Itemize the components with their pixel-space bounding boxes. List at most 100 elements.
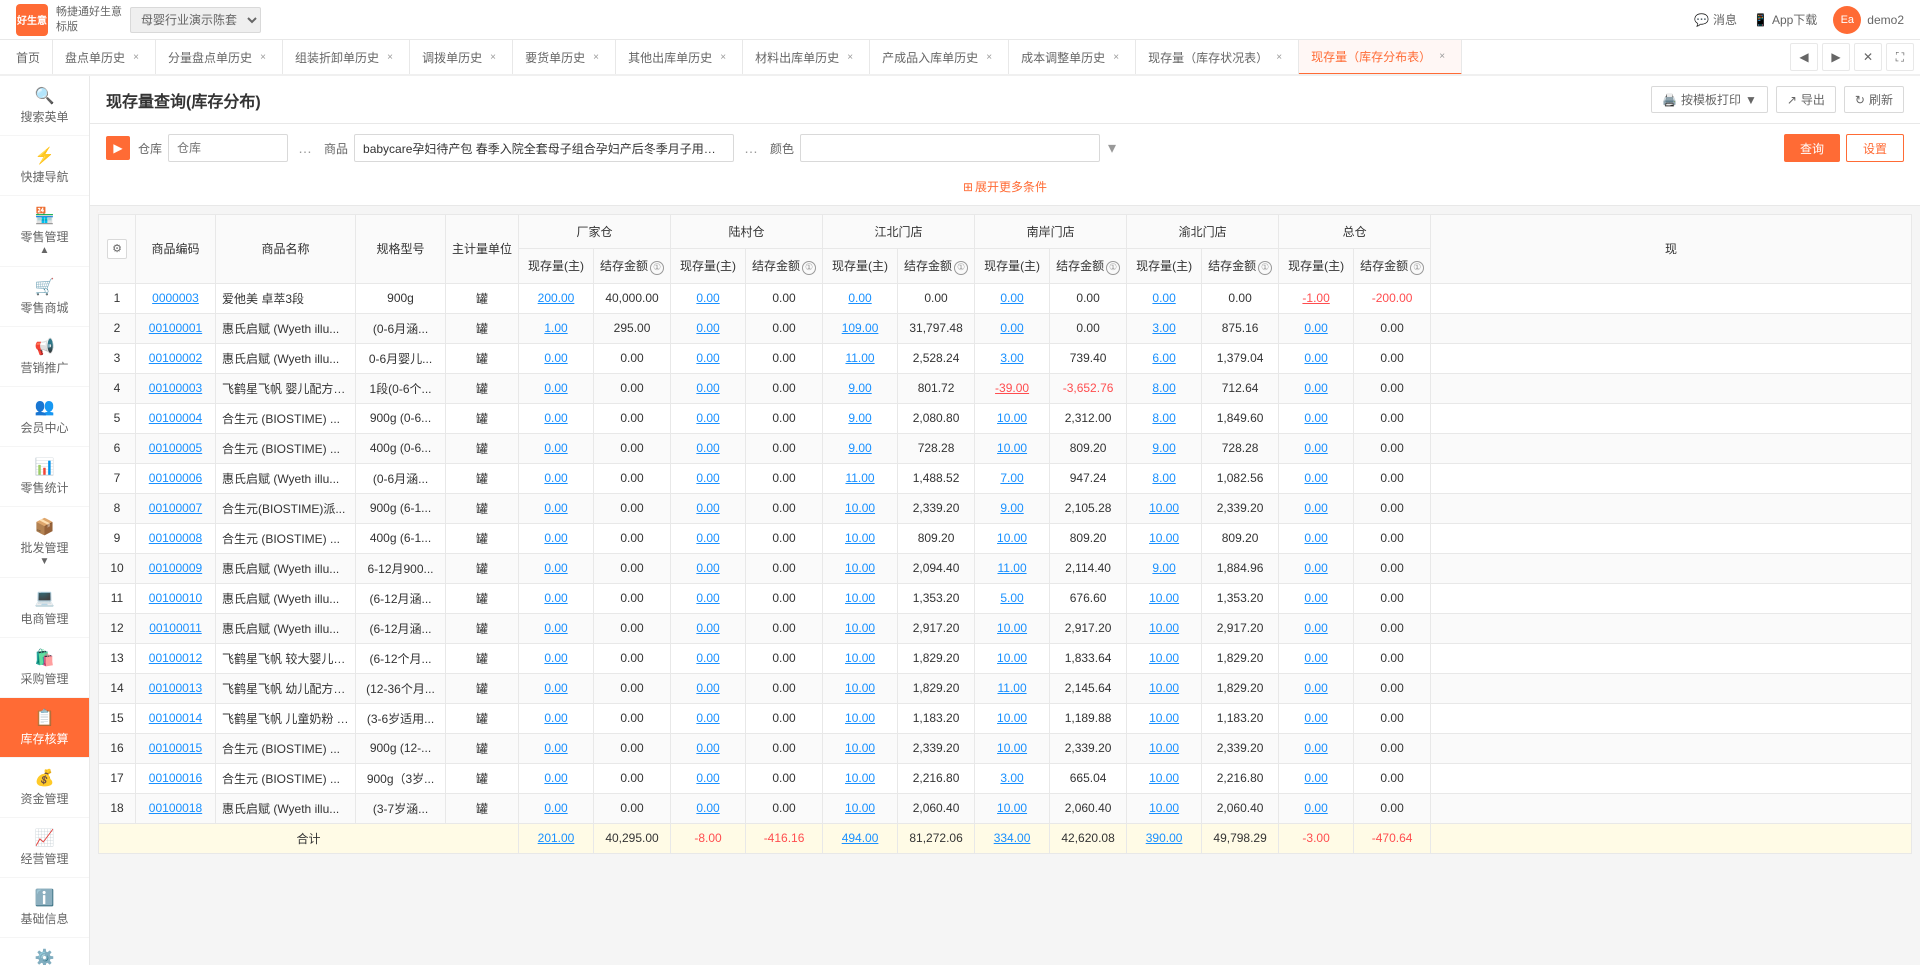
summary-c5-qty[interactable]: 390.00: [1127, 823, 1202, 853]
cell-c3-qty[interactable]: 0.00: [823, 283, 898, 313]
cell-c5-qty[interactable]: 0.00: [1127, 283, 1202, 313]
cell-total-qty[interactable]: 0.00: [1279, 793, 1354, 823]
cell-c5-qty[interactable]: 9.00: [1127, 433, 1202, 463]
summary-c3-qty[interactable]: 494.00: [823, 823, 898, 853]
cell-c3-qty[interactable]: 9.00: [823, 403, 898, 433]
info-lu-icon[interactable]: ①: [802, 261, 816, 275]
cell-c4-qty[interactable]: -39.00: [975, 373, 1050, 403]
cell-c5-qty[interactable]: 10.00: [1127, 673, 1202, 703]
cell-c2-qty[interactable]: 0.00: [671, 793, 746, 823]
cell-c1-qty[interactable]: 200.00: [519, 283, 594, 313]
cell-c5-qty[interactable]: 10.00: [1127, 763, 1202, 793]
print-btn[interactable]: 🖨️ 按模板打印 ▼: [1651, 86, 1768, 113]
cell-total-qty[interactable]: 0.00: [1279, 673, 1354, 703]
cell-c4-qty[interactable]: 10.00: [975, 523, 1050, 553]
cell-code[interactable]: 00100011: [136, 613, 216, 643]
summary-c4-qty[interactable]: 334.00: [975, 823, 1050, 853]
settings-icon[interactable]: ⚙: [107, 239, 127, 259]
cell-c5-qty[interactable]: 6.00: [1127, 343, 1202, 373]
cell-c2-qty[interactable]: 0.00: [671, 763, 746, 793]
cell-code[interactable]: 00100008: [136, 523, 216, 553]
sidebar-item-ecommerce[interactable]: 💻 电商管理: [0, 578, 89, 638]
color-dropdown-icon[interactable]: ▾: [1108, 138, 1116, 158]
summary-total-qty[interactable]: -3.00: [1279, 823, 1354, 853]
cell-total-qty[interactable]: 0.00: [1279, 373, 1354, 403]
cell-code[interactable]: 00100002: [136, 343, 216, 373]
cell-code[interactable]: 00100018: [136, 793, 216, 823]
cell-c2-qty[interactable]: 0.00: [671, 523, 746, 553]
cell-code[interactable]: 00100014: [136, 703, 216, 733]
cell-c4-qty[interactable]: 5.00: [975, 583, 1050, 613]
cell-code[interactable]: 00100003: [136, 373, 216, 403]
tab-material-out[interactable]: 材料出库单历史 ×: [743, 40, 870, 75]
summary-c1-qty[interactable]: 201.00: [519, 823, 594, 853]
cell-c1-qty[interactable]: 0.00: [519, 433, 594, 463]
cell-c4-qty[interactable]: 7.00: [975, 463, 1050, 493]
app-download-btn[interactable]: 📱 App下载: [1753, 11, 1817, 28]
cell-total-qty[interactable]: 0.00: [1279, 763, 1354, 793]
cell-c3-qty[interactable]: 9.00: [823, 433, 898, 463]
cell-c4-qty[interactable]: 10.00: [975, 403, 1050, 433]
tab-other-out[interactable]: 其他出库单历史 ×: [616, 40, 743, 75]
color-input[interactable]: [800, 134, 1100, 162]
cell-c1-qty[interactable]: 0.00: [519, 673, 594, 703]
cell-code[interactable]: 00100001: [136, 313, 216, 343]
cell-c1-qty[interactable]: 0.00: [519, 643, 594, 673]
cell-c5-qty[interactable]: 10.00: [1127, 583, 1202, 613]
user-area[interactable]: Ea demo2: [1833, 6, 1904, 34]
cell-c2-qty[interactable]: 0.00: [671, 463, 746, 493]
cell-c3-qty[interactable]: 10.00: [823, 763, 898, 793]
tab-close-btn[interactable]: ×: [589, 50, 603, 64]
cell-total-qty[interactable]: 0.00: [1279, 523, 1354, 553]
sidebar-item-marketing[interactable]: 📢 营销推广: [0, 327, 89, 387]
cell-code[interactable]: 00100012: [136, 643, 216, 673]
tab-inventory-count[interactable]: 盘点单历史 ×: [53, 40, 156, 75]
more-conditions-btn[interactable]: ⊞ 展开更多条件: [963, 178, 1047, 195]
info-factory-icon[interactable]: ①: [650, 261, 664, 275]
cell-c5-qty[interactable]: 9.00: [1127, 553, 1202, 583]
tab-assemble[interactable]: 组装折卸单历史 ×: [283, 40, 410, 75]
cell-c2-qty[interactable]: 0.00: [671, 403, 746, 433]
tab-requisition[interactable]: 要货单历史 ×: [513, 40, 616, 75]
cell-c5-qty[interactable]: 10.00: [1127, 703, 1202, 733]
tab-close-all-btn[interactable]: ✕: [1854, 43, 1882, 71]
cell-c4-qty[interactable]: 10.00: [975, 793, 1050, 823]
cell-c2-qty[interactable]: 0.00: [671, 313, 746, 343]
cell-code[interactable]: 00100007: [136, 493, 216, 523]
sidebar-item-system[interactable]: ⚙️ 系统管理: [0, 938, 89, 965]
cell-c2-qty[interactable]: 0.00: [671, 553, 746, 583]
cell-c3-qty[interactable]: 10.00: [823, 643, 898, 673]
cell-c2-qty[interactable]: 0.00: [671, 673, 746, 703]
cell-c1-qty[interactable]: 1.00: [519, 313, 594, 343]
cell-code[interactable]: 00100006: [136, 463, 216, 493]
export-btn[interactable]: ↗ 导出: [1776, 86, 1836, 113]
cell-total-qty[interactable]: 0.00: [1279, 493, 1354, 523]
cell-c5-qty[interactable]: 10.00: [1127, 523, 1202, 553]
cell-c4-qty[interactable]: 10.00: [975, 613, 1050, 643]
cell-c5-qty[interactable]: 8.00: [1127, 403, 1202, 433]
cell-c2-qty[interactable]: 0.00: [671, 643, 746, 673]
cell-c2-qty[interactable]: 0.00: [671, 343, 746, 373]
cell-code[interactable]: 00100005: [136, 433, 216, 463]
cell-c5-qty[interactable]: 10.00: [1127, 613, 1202, 643]
sidebar-item-retail-stats[interactable]: 📊 零售统计: [0, 447, 89, 507]
cell-code[interactable]: 00100004: [136, 403, 216, 433]
cell-total-qty[interactable]: 0.00: [1279, 583, 1354, 613]
filter-expand-btn[interactable]: ▶: [106, 136, 130, 160]
cell-c1-qty[interactable]: 0.00: [519, 373, 594, 403]
sidebar-item-stock[interactable]: 📋 库存核算: [0, 698, 89, 758]
cell-c1-qty[interactable]: 0.00: [519, 583, 594, 613]
cell-total-qty[interactable]: 0.00: [1279, 733, 1354, 763]
cell-c2-qty[interactable]: 0.00: [671, 733, 746, 763]
cell-c5-qty[interactable]: 8.00: [1127, 373, 1202, 403]
cell-c5-qty[interactable]: 3.00: [1127, 313, 1202, 343]
cell-c3-qty[interactable]: 10.00: [823, 673, 898, 703]
info-nanan-icon[interactable]: ①: [1106, 261, 1120, 275]
cell-total-qty[interactable]: -1.00: [1279, 283, 1354, 313]
cell-c2-qty[interactable]: 0.00: [671, 703, 746, 733]
sidebar-item-operations[interactable]: 📈 经营管理: [0, 818, 89, 878]
search-btn[interactable]: 查询: [1784, 134, 1840, 162]
tab-split-count[interactable]: 分量盘点单历史 ×: [156, 40, 283, 75]
cell-c1-qty[interactable]: 0.00: [519, 343, 594, 373]
cell-c4-qty[interactable]: 9.00: [975, 493, 1050, 523]
